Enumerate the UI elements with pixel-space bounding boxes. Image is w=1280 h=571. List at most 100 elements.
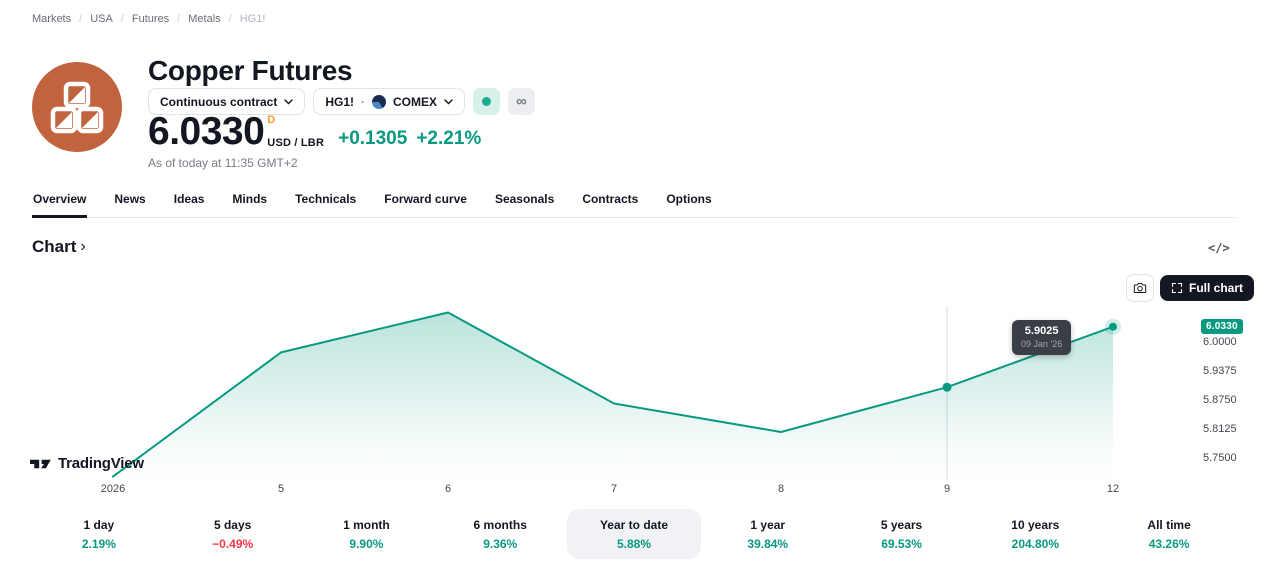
period-label: All time	[1147, 518, 1191, 532]
x-axis-tick: 12	[1106, 483, 1120, 495]
period-label: 1 month	[343, 518, 390, 532]
period-10-years[interactable]: 10 years 204.80%	[968, 509, 1102, 559]
tab-minds[interactable]: Minds	[231, 188, 268, 218]
y-axis-tick: 5.7500	[1203, 452, 1237, 464]
tooltip-price: 5.9025	[1024, 325, 1059, 337]
copper-futures-logo-icon	[32, 62, 122, 152]
breadcrumb-separator: /	[79, 13, 83, 25]
embed-code-icon[interactable]: </>	[1208, 241, 1230, 255]
y-axis-tick: 5.8750	[1203, 394, 1237, 406]
breadcrumb-item-symbol: HG1!	[239, 13, 266, 25]
price-block: 6.0330 D USD / LBR +0.1305 +2.21%	[148, 112, 481, 151]
price-change: +0.1305 +2.21%	[338, 128, 481, 150]
last-price-axis-badge: 6.0330	[1201, 319, 1243, 334]
period-label: 1 year	[750, 518, 786, 532]
x-axis-tick: 9	[943, 483, 951, 495]
period-5-days[interactable]: 5 days −0.49%	[166, 509, 300, 559]
chart-section-link[interactable]: Chart ›	[32, 237, 86, 257]
chart-section-title: Chart	[32, 237, 77, 256]
y-axis-tick: 5.8125	[1203, 423, 1237, 435]
breadcrumb-separator: /	[177, 13, 181, 25]
market-open-dot-icon	[482, 97, 492, 106]
breadcrumb-item-markets[interactable]: Markets	[32, 13, 71, 25]
period-value: −0.49%	[212, 537, 254, 551]
tab-forward-curve[interactable]: Forward curve	[383, 188, 468, 218]
symbol-label: HG1!	[325, 94, 354, 109]
price-meta: D USD / LBR	[267, 113, 324, 151]
tab-seasonals[interactable]: Seasonals	[494, 188, 555, 218]
period-label: 6 months	[473, 518, 527, 532]
period-value: 9.36%	[483, 537, 518, 551]
period-value: 69.53%	[881, 537, 922, 551]
x-axis-tick: 5	[277, 483, 285, 495]
tradingview-attribution[interactable]: TradingView	[30, 455, 144, 472]
tooltip-date: 09 Jan '26	[1021, 339, 1063, 349]
period-1-day[interactable]: 1 day 2.19%	[32, 509, 166, 559]
period-value: 39.84%	[747, 537, 789, 551]
last-point-marker	[1109, 322, 1117, 331]
period-value: 204.80%	[1011, 537, 1060, 551]
fullscreen-icon	[1171, 282, 1183, 294]
tradingview-wordmark: TradingView	[58, 455, 144, 472]
x-axis-tick: 8	[777, 483, 785, 495]
x-axis-tick: 2026	[100, 483, 126, 495]
crosshair-point-marker	[942, 382, 952, 392]
period-value: 5.88%	[616, 537, 651, 551]
period-5-years[interactable]: 5 years 69.53%	[835, 509, 969, 559]
price-timestamp: As of today at 11:35 GMT+2	[148, 156, 298, 170]
period-1-year[interactable]: 1 year 39.84%	[701, 509, 835, 559]
period-value: 9.90%	[349, 537, 384, 551]
crosshair-tooltip: 5.9025 09 Jan '26	[1012, 320, 1072, 355]
tab-technicals[interactable]: Technicals	[294, 188, 357, 218]
full-chart-label: Full chart	[1189, 281, 1244, 295]
y-axis-tick: 5.9375	[1203, 365, 1237, 377]
symbol-exchange-dropdown[interactable]: HG1! · COMEX	[313, 88, 466, 115]
last-price: 6.0330	[148, 110, 265, 153]
period-label: 5 years	[880, 518, 923, 532]
price-change-percent: +2.21%	[416, 128, 482, 149]
contract-selector-label: Continuous contract	[160, 94, 278, 109]
tab-overview[interactable]: Overview	[32, 188, 88, 218]
separator-dot: ·	[361, 94, 365, 109]
market-status-button[interactable]	[473, 88, 501, 115]
infinity-icon: ∞	[516, 93, 527, 110]
linked-contract-button[interactable]: ∞	[508, 88, 536, 115]
symbol-tabs: Overview News Ideas Minds Technicals For…	[32, 188, 1236, 218]
symbol-overview-page: Markets / USA / Futures / Metals / HG1! …	[0, 0, 1280, 571]
chevron-right-icon: ›	[80, 237, 86, 255]
delayed-data-marker: D	[267, 114, 276, 126]
tab-contracts[interactable]: Contracts	[581, 188, 639, 218]
comex-logo-icon	[372, 94, 386, 109]
tab-news[interactable]: News	[113, 188, 146, 218]
period-value: 43.26%	[1148, 537, 1190, 551]
chevron-down-icon	[284, 98, 294, 104]
period-year-to-date[interactable]: Year to date 5.88%	[567, 509, 701, 559]
price-change-absolute: +0.1305	[338, 128, 408, 149]
tab-ideas[interactable]: Ideas	[173, 188, 206, 218]
breadcrumb-item-futures[interactable]: Futures	[132, 13, 169, 25]
chevron-down-icon	[444, 98, 453, 104]
x-axis-tick: 7	[610, 483, 618, 495]
x-axis-tick: 6	[444, 483, 452, 495]
period-label: 10 years	[1011, 518, 1060, 532]
y-axis-tick: 6.0000	[1203, 336, 1237, 348]
period-value: 2.19%	[81, 537, 116, 551]
area-series-fill	[113, 312, 1113, 481]
period-label: 5 days	[213, 518, 252, 532]
period-label: Year to date	[599, 518, 668, 532]
breadcrumb-separator: /	[120, 13, 124, 25]
period-all-time[interactable]: All time 43.26%	[1102, 509, 1236, 559]
breadcrumb-separator: /	[228, 13, 232, 25]
period-label: 1 day	[83, 518, 115, 532]
camera-icon	[1133, 282, 1147, 294]
exchange-label: COMEX	[393, 94, 438, 109]
snapshot-button[interactable]	[1126, 274, 1154, 302]
tab-options[interactable]: Options	[665, 188, 712, 218]
currency-unit: USD / LBR	[267, 137, 325, 149]
period-6-months[interactable]: 6 months 9.36%	[433, 509, 567, 559]
breadcrumb-item-usa[interactable]: USA	[90, 13, 113, 25]
period-1-month[interactable]: 1 month 9.90%	[300, 509, 434, 559]
breadcrumb-item-metals[interactable]: Metals	[188, 13, 220, 25]
page-title: Copper Futures	[148, 55, 353, 86]
full-chart-button[interactable]: Full chart	[1160, 275, 1255, 301]
